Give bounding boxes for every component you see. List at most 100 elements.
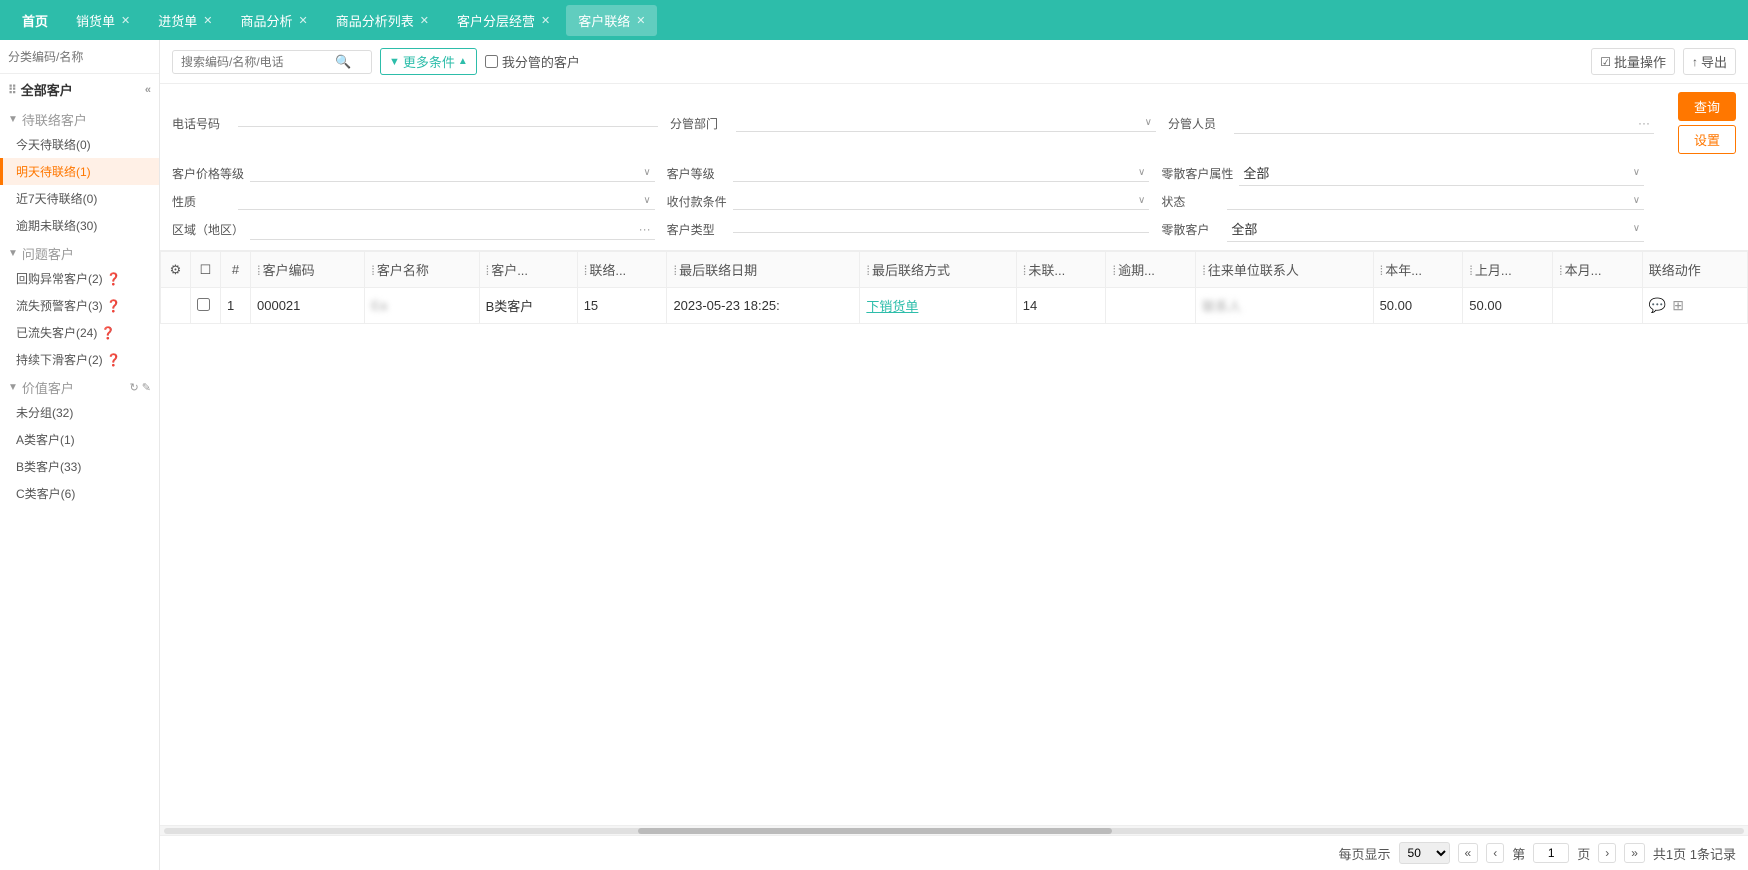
table-row: 1 000021 Ea B类客户 15 2023-05-23 18:25: 下销… [161, 288, 1748, 324]
settings-button[interactable]: 设置 [1678, 125, 1736, 154]
filter-retail-attr-arrow: ∨ [1633, 167, 1640, 178]
row-last-date: 2023-05-23 18:25: [667, 288, 860, 324]
first-page-btn[interactable]: « [1458, 843, 1479, 863]
row-customer-type: B类客户 [479, 288, 577, 324]
filter-dept-input[interactable]: ∨ [736, 114, 1156, 132]
row-checkbox[interactable] [197, 298, 210, 311]
chat-icon[interactable]: 💬 [1649, 297, 1666, 314]
sidebar-group-problem-arrow: ▼ [8, 248, 18, 259]
export-btn[interactable]: ↑ 导出 [1683, 48, 1736, 75]
sidebar-item-tomorrow[interactable]: 明天待联络(1) [0, 158, 159, 185]
sidebar-group-value[interactable]: ▼ 价值客户 ↻ ✎ [0, 373, 159, 399]
sidebar-group-problem[interactable]: ▼ 问题客户 [0, 239, 159, 265]
filter-customer-level: 客户等级 ∨ [667, 164, 1150, 182]
row-overdue [1106, 288, 1196, 324]
nav-customer-tier-label: 客户分层经营 [457, 11, 535, 30]
sidebar-collapse-icon[interactable]: « [145, 84, 151, 96]
prev-page-btn[interactable]: ‹ [1486, 843, 1504, 863]
col-settings[interactable]: ⚙ [161, 252, 191, 288]
search-input-wrap[interactable]: 🔍 [172, 50, 372, 74]
filter-retail-customer-input[interactable]: 全部∨ [1227, 216, 1644, 242]
filter-status-label: 状态 [1161, 193, 1221, 210]
grid-icon[interactable]: ⊞ [1672, 297, 1684, 314]
nav-customer-tier-close[interactable]: ✕ [541, 14, 550, 27]
search-input[interactable] [181, 55, 331, 69]
filter-payment-input[interactable]: ∨ [733, 192, 1150, 210]
filter-retail-attr-input[interactable]: 全部∨ [1239, 160, 1644, 186]
nav-purchase-close[interactable]: ✕ [203, 14, 212, 27]
filter-phone: 电话号码 [172, 115, 658, 132]
filter-region-input[interactable]: ··· [250, 219, 655, 240]
next-page-btn[interactable]: › [1598, 843, 1616, 863]
page-num-input[interactable] [1533, 843, 1569, 863]
nav-goods-analysis-close[interactable]: ✕ [299, 14, 308, 27]
sidebar-item-lostwarning[interactable]: 流失预警客户(3) ❓ [0, 292, 159, 319]
sidebar-item-class-c[interactable]: C类客户(6) [0, 480, 159, 507]
filter-manager-dots: ··· [1638, 116, 1650, 130]
nav-goods-analysis[interactable]: 商品分析 ✕ [228, 5, 319, 36]
filter-panel: 电话号码 分管部门 ∨ 分管人员 ··· 查询 设置 [160, 84, 1748, 251]
last-page-btn[interactable]: » [1624, 843, 1645, 863]
sidebar-item-overdue[interactable]: 逾期未联络(30) [0, 212, 159, 239]
nav-goods-list-label: 商品分析列表 [336, 11, 414, 30]
sidebar-item-class-a[interactable]: A类客户(1) [0, 426, 159, 453]
sidebar-group-pending[interactable]: ▼ 待联络客户 [0, 105, 159, 131]
query-button[interactable]: 查询 [1678, 92, 1736, 121]
nav-home[interactable]: 首页 [10, 5, 60, 36]
filter-manager-input[interactable]: ··· [1234, 113, 1654, 134]
filter-region: 区域（地区） ··· [172, 219, 655, 240]
filter-manager-label: 分管人员 [1168, 115, 1228, 132]
nav-purchase[interactable]: 进货单 ✕ [146, 5, 224, 36]
nav-goods-list[interactable]: 商品分析列表 ✕ [324, 5, 441, 36]
sidebar-search-input[interactable] [8, 50, 160, 64]
sidebar-all-customers[interactable]: ⠿ 全部客户 « [0, 74, 159, 105]
my-customers-checkbox[interactable] [485, 55, 498, 68]
col-code: ⁞客户编码 [251, 252, 365, 288]
nav-customer-contact[interactable]: 客户联络 ✕ [566, 5, 657, 36]
filter-payment-label: 收付款条件 [667, 193, 727, 210]
filter-retail-attr-label: 零散客户属性 [1161, 165, 1233, 182]
row-num: 1 [221, 288, 251, 324]
filter-nature-label: 性质 [172, 193, 232, 210]
page-suffix: 页 [1577, 844, 1590, 863]
filter-payment: 收付款条件 ∨ [667, 192, 1150, 210]
total-label: 共1页 1条记录 [1653, 844, 1736, 863]
filter-dept: 分管部门 ∨ [670, 114, 1156, 132]
filter-actions: 查询 设置 [1678, 92, 1736, 154]
filter-nature-input[interactable]: ∨ [238, 192, 655, 210]
filter-customer-type-input[interactable] [733, 226, 1150, 233]
sidebar-group-value-actions[interactable]: ↻ ✎ [130, 381, 152, 394]
horizontal-scrollbar[interactable] [160, 825, 1748, 835]
scrollbar-thumb[interactable] [638, 828, 1112, 834]
nav-sales-label: 销货单 [76, 11, 115, 30]
col-last-date: ⁞最后联络日期 [667, 252, 860, 288]
filter-status-input[interactable]: ∨ [1227, 192, 1644, 210]
nav-customer-tier[interactable]: 客户分层经营 ✕ [445, 5, 562, 36]
row-check[interactable] [191, 288, 221, 324]
sidebar-item-ungrouped[interactable]: 未分组(32) [0, 399, 159, 426]
filter-price-level-input[interactable]: ∨ [250, 164, 655, 182]
row-last-type[interactable]: 下销货单 [860, 288, 1016, 324]
nav-sales-close[interactable]: ✕ [121, 14, 130, 27]
nav-sales[interactable]: 销货单 ✕ [64, 5, 142, 36]
filter-price-level-arrow: ∨ [643, 167, 650, 178]
sidebar-item-lost[interactable]: 已流失客户(24) ❓ [0, 319, 159, 346]
col-num: # [221, 252, 251, 288]
page-size-select[interactable]: 50 10 20 100 [1399, 842, 1450, 864]
sidebar-item-class-b[interactable]: B类客户(33) [0, 453, 159, 480]
filter-retail-customer-label: 零散客户 [1161, 221, 1221, 238]
sidebar-item-today[interactable]: 今天待联络(0) [0, 131, 159, 158]
sidebar-item-repurchase[interactable]: 回购异常客户(2) ❓ [0, 265, 159, 292]
filter-phone-input[interactable] [238, 120, 658, 127]
sidebar-item-7days[interactable]: 近7天待联络(0) [0, 185, 159, 212]
filter-btn[interactable]: ▼ 更多条件 ▲ [380, 48, 477, 75]
nav-customer-contact-close[interactable]: ✕ [636, 14, 645, 27]
batch-btn[interactable]: ☑ 批量操作 [1591, 48, 1675, 75]
last-contact-link[interactable]: 下销货单 [866, 299, 918, 314]
sidebar-item-declining[interactable]: 持续下滑客户(2) ❓ [0, 346, 159, 373]
content-area: 🔍 ▼ 更多条件 ▲ 我分管的客户 ☑ 批量操作 ↑ 导出 [160, 40, 1748, 870]
col-check[interactable]: ☐ [191, 252, 221, 288]
filter-arrow: ▲ [458, 56, 468, 67]
nav-goods-list-close[interactable]: ✕ [420, 14, 429, 27]
filter-customer-level-input[interactable]: ∨ [733, 164, 1150, 182]
